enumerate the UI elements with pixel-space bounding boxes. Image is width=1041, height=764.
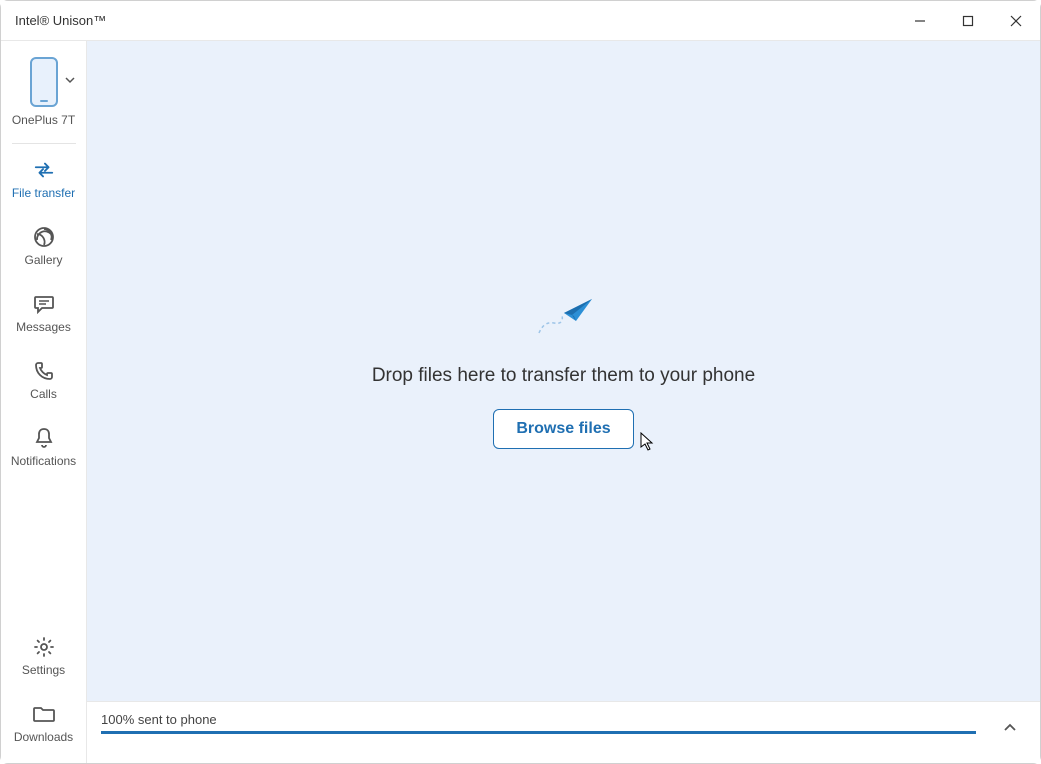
sidebar-item-gallery[interactable]: Gallery [1,213,86,280]
divider [12,143,76,144]
sidebar-item-label: Calls [30,387,57,401]
gallery-icon [33,226,55,248]
transfer-icon [33,159,55,181]
main-area: Drop files here to transfer them to your… [87,41,1040,763]
close-button[interactable] [992,1,1040,40]
sidebar-item-label: Downloads [14,730,73,744]
transfer-status-text: 100% sent to phone [101,712,976,731]
chevron-down-icon [64,73,76,91]
sidebar-item-calls[interactable]: Calls [1,347,86,414]
sidebar-item-label: File transfer [12,186,75,200]
minimize-icon [914,15,926,27]
chevron-up-icon [1003,721,1017,735]
window-title: Intel® Unison™ [15,13,106,28]
drop-text: Drop files here to transfer them to your… [372,365,755,387]
sidebar-item-label: Notifications [11,454,76,468]
titlebar: Intel® Unison™ [1,1,1040,41]
sidebar: OnePlus 7T File transfer Gallery Mes [1,41,87,763]
sidebar-item-label: Messages [16,320,71,334]
folder-icon [33,703,55,725]
sidebar-item-downloads[interactable]: Downloads [1,690,86,757]
expand-status-button[interactable] [994,712,1026,744]
paper-plane-icon [534,293,594,343]
maximize-button[interactable] [944,1,992,40]
file-drop-area[interactable]: Drop files here to transfer them to your… [87,41,1040,701]
gear-icon [33,636,55,658]
sidebar-item-messages[interactable]: Messages [1,280,86,347]
sidebar-item-label: Gallery [24,253,62,267]
close-icon [1010,15,1022,27]
sidebar-item-settings[interactable]: Settings [1,623,86,690]
messages-icon [33,293,55,315]
phone-icon [30,57,58,107]
maximize-icon [962,15,974,27]
sidebar-item-label: Settings [22,663,65,677]
bell-icon [33,427,55,449]
device-selector[interactable]: OnePlus 7T [1,53,86,141]
window-controls [896,1,1040,40]
sidebar-item-notifications[interactable]: Notifications [1,414,86,481]
minimize-button[interactable] [896,1,944,40]
device-label: OnePlus 7T [12,113,75,127]
status-bar: 100% sent to phone [87,701,1040,763]
sidebar-item-file-transfer[interactable]: File transfer [1,146,86,213]
transfer-progress-bar [101,731,976,734]
browse-files-button[interactable]: Browse files [493,409,633,449]
calls-icon [33,360,55,382]
